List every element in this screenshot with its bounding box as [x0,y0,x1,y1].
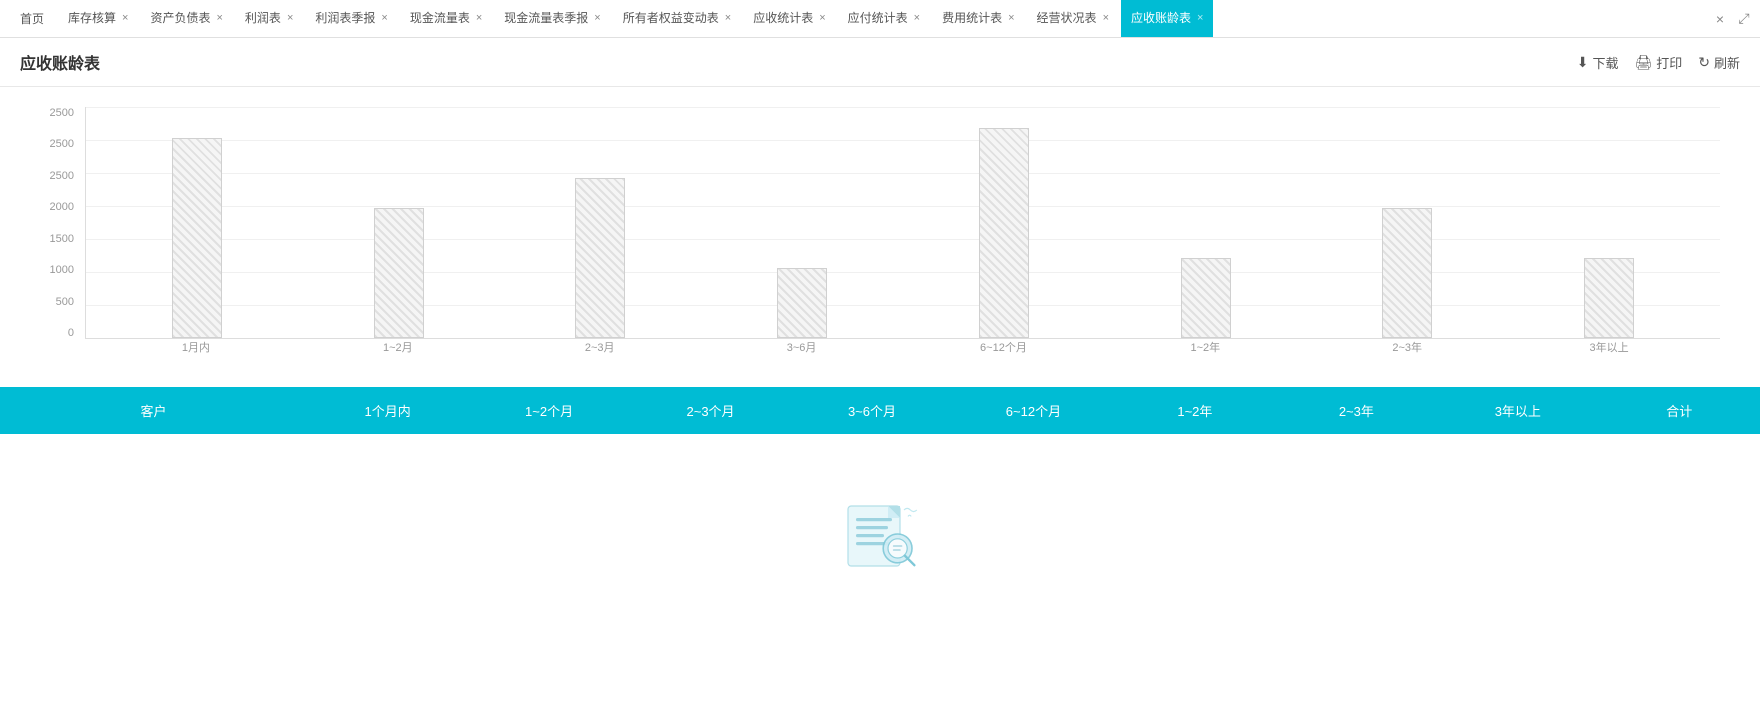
bar-group-3 [575,178,625,338]
tab-expense-stat[interactable]: 费用统计表 × [932,0,1024,38]
bar-group-4 [777,268,827,338]
tab-cashflow-quarter[interactable]: 现金流量表季报 × [494,0,610,38]
tab-close-ar-aging[interactable]: × [1197,12,1203,24]
tab-inventory[interactable]: 库存核算 × [58,0,138,38]
tab-operations[interactable]: 经营状况表 × [1027,0,1119,38]
tab-profit-quarter[interactable]: 利润表季报 × [305,0,397,38]
bar-4 [777,268,827,338]
bar-5 [979,128,1029,338]
refresh-icon: ↻ [1698,54,1710,71]
x-label-1: 1月内 [166,339,226,367]
refresh-button[interactable]: ↻ 刷新 [1698,53,1740,72]
tab-ar-stat[interactable]: 应收统计表 × [743,0,835,38]
empty-state [0,434,1760,594]
th-customer: 客户 [0,387,307,434]
print-button[interactable]: 🖨 打印 [1634,53,1682,72]
page-header: 应收账龄表 ⬇ 下载 🖨 打印 ↻ 刷新 [0,38,1760,87]
y-label-1500: 1500 [50,233,74,245]
x-label-2: 1~2月 [368,339,428,367]
x-label-5: 6~12个月 [973,339,1033,367]
y-label-1000: 1000 [50,264,74,276]
bar-2 [374,208,424,338]
tab-ar-aging[interactable]: 应收账龄表 × [1121,0,1213,38]
tab-home[interactable]: 首页 [8,0,56,38]
y-label-2500a: 2500 [50,107,74,119]
bar-8 [1584,258,1634,338]
x-label-4: 3~6月 [772,339,832,367]
bar-6 [1181,258,1231,338]
main-content: 2500 2500 2500 2000 1500 1000 500 0 [0,87,1760,720]
y-axis: 2500 2500 2500 2000 1500 1000 500 0 [30,107,80,339]
page-actions: ⬇ 下载 🖨 打印 ↻ 刷新 [1577,53,1740,72]
tab-close-ap-stat[interactable]: × [914,12,920,24]
tab-balance[interactable]: 资产负债表 × [140,0,232,38]
y-label-0: 0 [68,327,74,339]
bars-container [86,107,1720,338]
tab-close-balance[interactable]: × [216,12,222,24]
x-axis: 1月内 1~2月 2~3月 3~6月 6~12个月 1~2年 2~3年 3年以上 [85,339,1720,367]
tab-close-cashflow-quarter[interactable]: × [594,12,600,24]
table-header: 客户 1个月内 1~2个月 2~3个月 3~6个月 6~12个月 1~2年 2~… [0,387,1760,434]
x-label-3: 2~3月 [570,339,630,367]
x-label-8: 3年以上 [1579,339,1639,367]
y-label-2500c: 2500 [50,170,74,182]
tab-close-inventory[interactable]: × [122,12,128,24]
window-controls: × ⤢ [1712,11,1752,27]
y-label-500: 500 [56,296,74,308]
bar-group-1 [172,138,222,338]
th-1m: 1个月内 [307,387,468,434]
tab-close-profit-quarter[interactable]: × [381,12,387,24]
download-button[interactable]: ⬇ 下载 [1577,53,1619,72]
tab-ap-stat[interactable]: 应付统计表 × [838,0,930,38]
page-title: 应收账龄表 [20,50,100,74]
tab-cashflow[interactable]: 现金流量表 × [400,0,492,38]
th-2-3y: 2~3年 [1276,387,1437,434]
empty-state-icon [830,494,930,574]
th-3-6m: 3~6个月 [791,387,952,434]
y-label-2500b: 2500 [50,138,74,150]
th-1-2m: 1~2个月 [468,387,629,434]
x-label-7: 2~3年 [1377,339,1437,367]
tab-close-profit[interactable]: × [287,12,293,24]
bar-group-8 [1584,258,1634,338]
bar-3 [575,178,625,338]
tab-close-expense-stat[interactable]: × [1008,12,1014,24]
tab-equity[interactable]: 所有者权益变动表 × [613,0,741,38]
tab-close-cashflow[interactable]: × [476,12,482,24]
bar-group-6 [1181,258,1231,338]
th-2-3m: 2~3个月 [630,387,791,434]
maximize-window-button[interactable]: ⤢ [1736,11,1752,27]
download-icon: ⬇ [1577,54,1589,71]
th-1-2y: 1~2年 [1114,387,1275,434]
y-label-2000: 2000 [50,201,74,213]
bar-group-7 [1382,208,1432,338]
th-6-12m: 6~12个月 [953,387,1114,434]
print-icon: 🖨 [1634,54,1652,71]
chart-area: 2500 2500 2500 2000 1500 1000 500 0 [0,87,1760,387]
tab-close-operations[interactable]: × [1103,12,1109,24]
th-total: 合计 [1599,387,1760,434]
tab-close-ar-stat[interactable]: × [819,12,825,24]
bar-7 [1382,208,1432,338]
th-3y-plus: 3年以上 [1437,387,1598,434]
x-label-6: 1~2年 [1175,339,1235,367]
bar-group-5 [979,128,1029,338]
tab-profit[interactable]: 利润表 × [235,0,303,38]
chart-plot [85,107,1720,339]
tab-bar: 首页 库存核算 × 资产负债表 × 利润表 × 利润表季报 × 现金流量表 × … [0,0,1760,38]
bar-group-2 [374,208,424,338]
close-window-button[interactable]: × [1712,11,1728,27]
tab-close-equity[interactable]: × [725,12,731,24]
bar-1 [172,138,222,338]
